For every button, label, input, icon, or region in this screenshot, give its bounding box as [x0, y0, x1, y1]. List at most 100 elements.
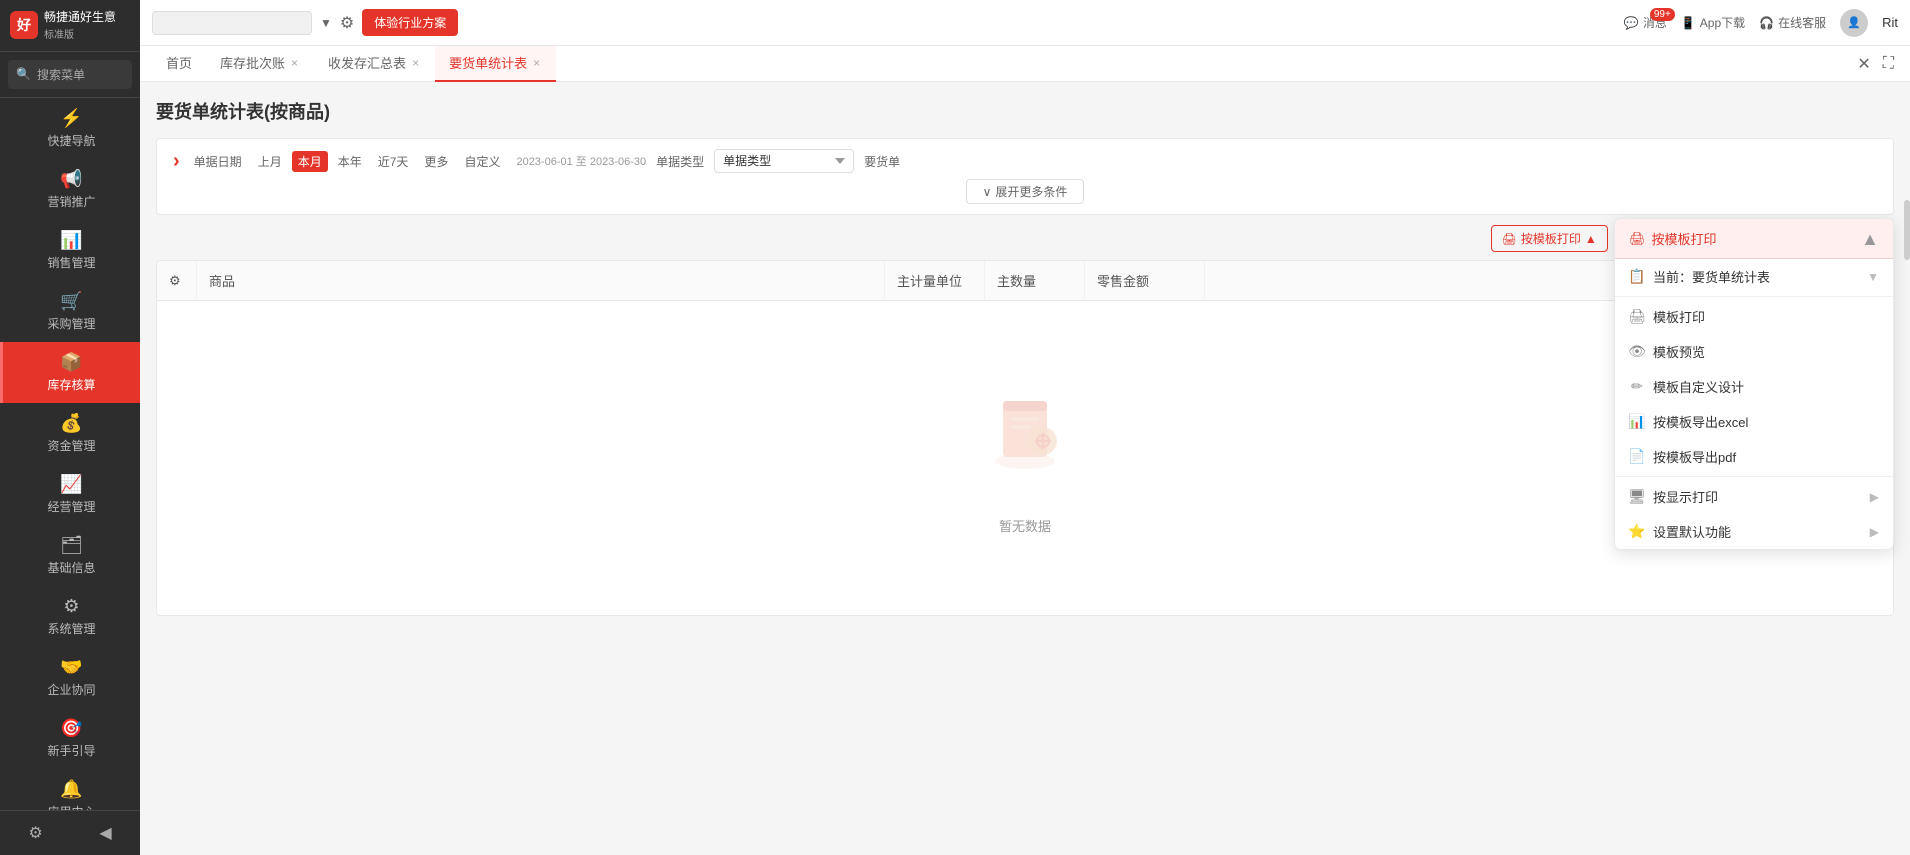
app-download-button[interactable]: 📱 App下载: [1681, 14, 1745, 31]
online-service-button[interactable]: 🎧 在线客服: [1759, 14, 1826, 31]
template-custom-icon: ✏: [1629, 379, 1645, 395]
display-print-item[interactable]: 🖥 按显示打印 ▶: [1615, 479, 1893, 514]
tab-order-stats[interactable]: 要货单统计表 ×: [435, 46, 556, 82]
order-type-select[interactable]: 单据类型: [714, 149, 854, 173]
print-dropdown-panel: 🖨 按模板打印 ▲ 📋 当前：要货单统计表 ▼ 🖨 模板打印 👁 模板预览: [1614, 218, 1894, 550]
tab-order-stats-close[interactable]: ×: [531, 57, 542, 69]
sidebar-item-label: 新手引导: [47, 742, 95, 759]
guide-icon: 🎯: [60, 718, 82, 739]
sidebar-item-operations[interactable]: 📈 经营管理: [0, 464, 140, 525]
expand-more-btn[interactable]: ∨ 展开更多条件: [966, 179, 1085, 204]
display-print-icon: 🖥: [1629, 489, 1645, 505]
current-template-arrow: ▼: [1867, 270, 1879, 284]
display-print-arrow: ▶: [1870, 490, 1879, 504]
sidebar-item-system[interactable]: ⚙ 系统管理: [0, 586, 140, 647]
tabbar-actions: ✕ ⛶: [1853, 52, 1898, 76]
tabbar: 首页 库存批次账 × 收发存汇总表 × 要货单统计表 × ✕ ⛶: [140, 46, 1910, 82]
tab-inventory-batch[interactable]: 库存批次账 ×: [206, 46, 314, 82]
template-export-pdf-item[interactable]: 📄 按模板导出pdf: [1615, 439, 1893, 474]
goods-filter-label: 要货单: [864, 153, 900, 170]
current-template-icon: 📋: [1629, 269, 1645, 285]
set-default-item[interactable]: ⭐ 设置默认功能 ▶: [1615, 514, 1893, 549]
empty-text: 暂无数据: [999, 516, 1051, 535]
sidebar-collapse-button[interactable]: ◀: [95, 819, 115, 847]
base-icon: 🗂: [60, 535, 83, 556]
sidebar-item-guide[interactable]: 🎯 新手引导: [0, 708, 140, 769]
tab-inventory-batch-close[interactable]: ×: [289, 57, 300, 69]
topbar-dropdown-button[interactable]: ▼: [320, 16, 332, 30]
topbar-search-input[interactable]: [152, 11, 312, 35]
this-year-btn[interactable]: 本年: [332, 151, 368, 172]
sidebar-bottom: ⚙ ◀: [0, 810, 140, 855]
tab-receivable-summary-close[interactable]: ×: [410, 57, 421, 69]
col-amount-label: 零售金额: [1097, 271, 1149, 290]
display-print-label: 按显示打印: [1653, 487, 1718, 506]
service-icon: 🎧: [1759, 16, 1774, 30]
more-date-btn[interactable]: 更多: [418, 151, 454, 172]
trial-button[interactable]: 体验行业方案: [362, 9, 458, 36]
sidebar-item-base[interactable]: 🗂 基础信息: [0, 525, 140, 586]
dropdown-close-button[interactable]: ▲: [1861, 230, 1879, 248]
tab-receivable-summary[interactable]: 收发存汇总表 ×: [314, 46, 435, 82]
app-logo: 好 畅捷通好生意 标准版: [0, 0, 140, 52]
col-unit: 主计量单位: [885, 261, 985, 300]
tab-receivable-summary-label: 收发存汇总表: [328, 53, 406, 72]
col-settings[interactable]: ⚙: [157, 261, 197, 300]
maximize-tab-button[interactable]: ⛶: [1879, 52, 1898, 76]
sidebar-item-appstore[interactable]: 🔔 应用中心: [0, 769, 140, 810]
topbar: ▼ ⚙ 体验行业方案 💬 消息 99+ 📱 App下载 🎧 在线客服 👤 Rit: [140, 0, 1910, 46]
tab-home-label: 首页: [166, 53, 192, 72]
tab-home[interactable]: 首页: [152, 46, 206, 82]
avatar[interactable]: 👤: [1840, 9, 1868, 37]
col-goods: 商品: [197, 261, 885, 300]
dropdown-header: 🖨 按模板打印 ▲: [1615, 219, 1893, 259]
template-custom-label: 模板自定义设计: [1653, 377, 1744, 396]
template-print-item[interactable]: 🖨 模板打印: [1615, 299, 1893, 334]
tab-inventory-batch-label: 库存批次账: [220, 53, 285, 72]
sidebar-item-label: 应用中心: [47, 803, 95, 810]
close-tab-button[interactable]: ✕: [1853, 52, 1874, 76]
sidebar-item-marketing[interactable]: 📢 营销推广: [0, 159, 140, 220]
sidebar-settings-button[interactable]: ⚙: [24, 819, 46, 847]
sidebar-item-label: 基础信息: [47, 559, 95, 576]
template-export-pdf-label: 按模板导出pdf: [1653, 447, 1736, 466]
search-menu-button[interactable]: 🔍 搜索菜单: [8, 60, 132, 89]
divider-2: [1615, 476, 1893, 477]
template-custom-item[interactable]: ✏ 模板自定义设计: [1615, 369, 1893, 404]
template-export-excel-item[interactable]: 📊 按模板导出excel: [1615, 404, 1893, 439]
logo-icon: 好: [10, 11, 38, 39]
sidebar-item-enterprise[interactable]: 🤝 企业协同: [0, 647, 140, 708]
print-template-button[interactable]: 🖨 按模板打印 ▲: [1491, 225, 1608, 252]
print-arrow-icon: ▲: [1585, 232, 1597, 246]
col-settings-icon: ⚙: [169, 273, 181, 289]
current-template-item[interactable]: 📋 当前：要货单统计表 ▼: [1615, 259, 1893, 294]
sidebar-item-label: 营销推广: [47, 193, 95, 210]
col-amount: 零售金额: [1085, 261, 1205, 300]
topbar-gear-button[interactable]: ⚙: [340, 13, 354, 33]
date-buttons: 上月 本月 本年 近7天 更多 自定义: [252, 151, 507, 172]
sidebar-item-sales[interactable]: 📊 销售管理: [0, 220, 140, 281]
sidebar-item-finance[interactable]: 💰 资金管理: [0, 403, 140, 464]
current-month-btn[interactable]: 本月: [292, 151, 328, 172]
operations-icon: 📈: [60, 474, 82, 495]
template-export-pdf-icon: 📄: [1629, 449, 1645, 465]
template-preview-icon: 👁: [1629, 344, 1645, 360]
prev-month-btn[interactable]: 上月: [252, 151, 288, 172]
sidebar-item-quick-nav[interactable]: ⚡ 快捷导航: [0, 98, 140, 159]
message-button[interactable]: 💬 消息 99+: [1624, 14, 1667, 31]
sidebar-item-purchase[interactable]: 🛒 采购管理: [0, 281, 140, 342]
template-print-icon: 🖨: [1629, 309, 1645, 325]
last7-btn[interactable]: 近7天: [372, 151, 415, 172]
filter-toggle-button[interactable]: ›: [169, 150, 184, 173]
app-download-label: App下载: [1700, 14, 1745, 31]
sidebar-item-inventory[interactable]: 📦 库存核算: [0, 342, 140, 403]
sidebar-item-label: 快捷导航: [47, 132, 95, 149]
template-preview-item[interactable]: 👁 模板预览: [1615, 334, 1893, 369]
col-qty-label: 主数量: [997, 271, 1036, 290]
scrollbar-thumb[interactable]: [1904, 200, 1910, 260]
custom-date-btn[interactable]: 自定义: [458, 151, 506, 172]
purchase-icon: 🛒: [60, 291, 82, 312]
sidebar-item-label: 销售管理: [47, 254, 95, 271]
search-icon: 🔍: [16, 67, 31, 81]
filter-row: › 单据日期 上月 本月 本年 近7天 更多 自定义 2023-06-01 至 …: [169, 149, 1881, 173]
